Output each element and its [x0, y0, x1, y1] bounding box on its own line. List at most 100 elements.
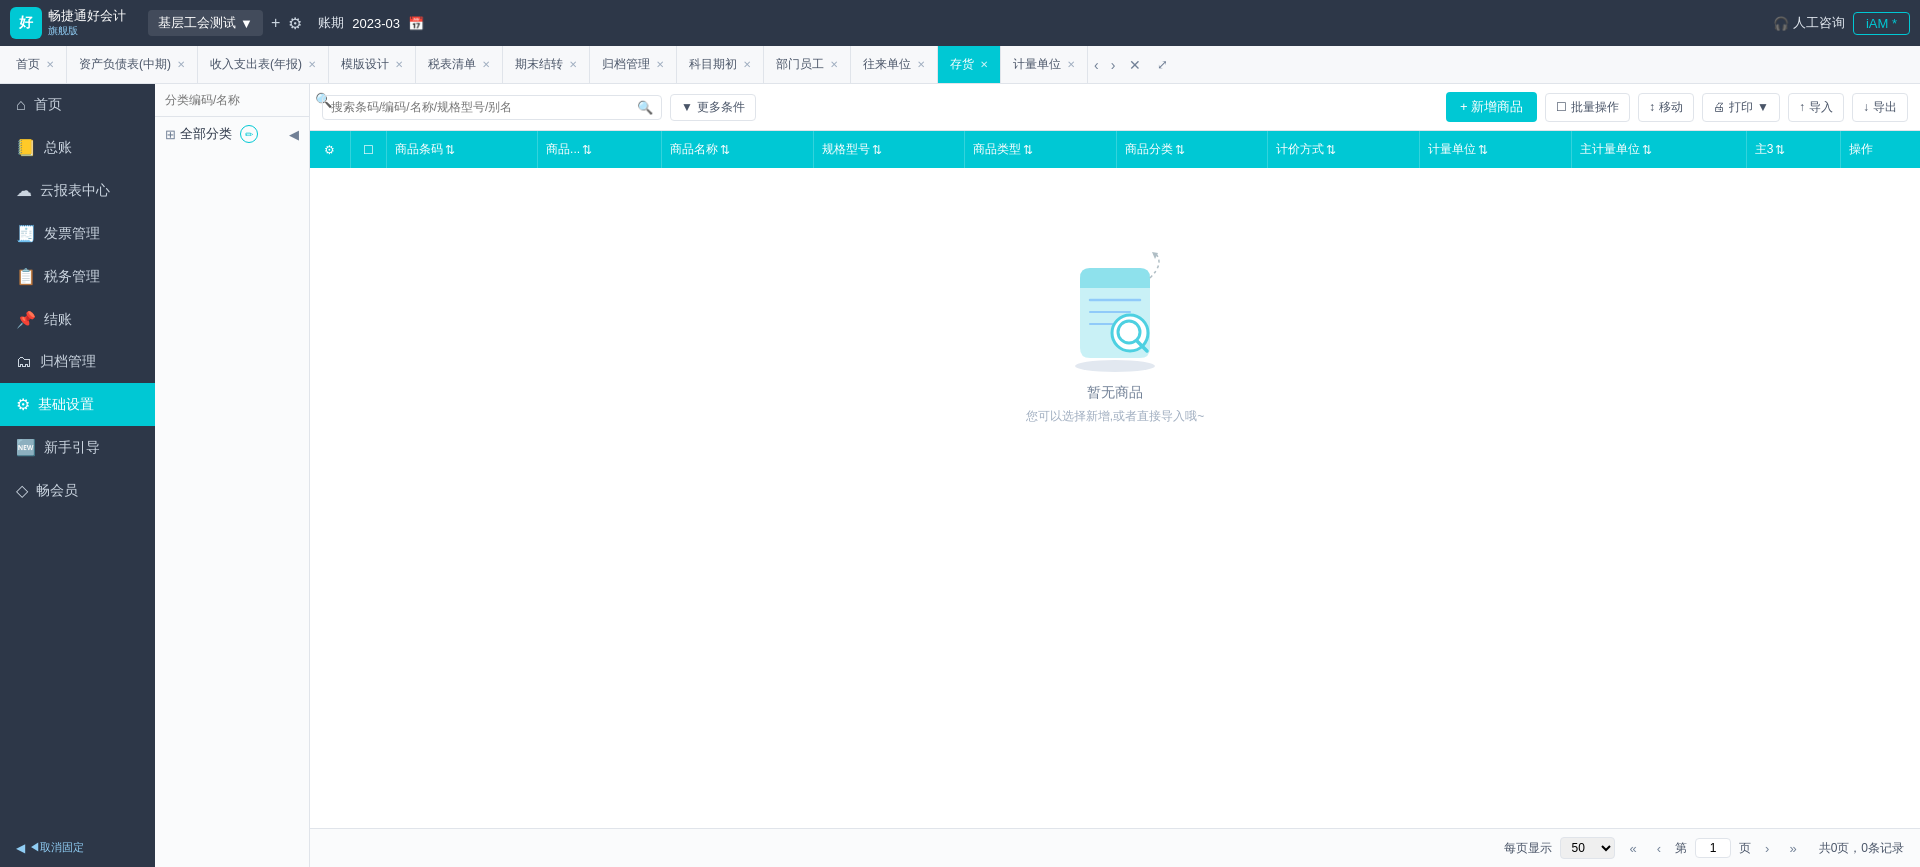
sidebar-item-tax[interactable]: 📋 税务管理	[0, 255, 155, 298]
calendar-icon[interactable]: 📅	[408, 16, 424, 31]
tab-subject-init-label: 科目期初	[689, 56, 737, 73]
app-sub: 旗舰版	[48, 24, 126, 38]
th-category[interactable]: 商品分类 ⇅	[1116, 131, 1268, 168]
sidebar-item-invoice[interactable]: 🧾 发票管理	[0, 212, 155, 255]
sidebar-item-basic[interactable]: ⚙ 基础设置	[0, 383, 155, 426]
unpin-btn[interactable]: ◀ ◀取消固定	[0, 828, 155, 867]
company-selector[interactable]: 基层工会测试 ▼	[148, 10, 263, 36]
sort-icon-price: ⇅	[1326, 143, 1336, 157]
last-page-btn[interactable]: »	[1783, 839, 1802, 858]
tab-balance[interactable]: 资产负债表(中期) ✕	[67, 46, 198, 83]
sidebar-item-ledger[interactable]: 📒 总账	[0, 126, 155, 169]
th-price-method[interactable]: 计价方式 ⇅	[1268, 131, 1420, 168]
add-product-btn[interactable]: + 新增商品	[1446, 92, 1537, 122]
all-category-label: 全部分类	[180, 125, 232, 143]
th-spec[interactable]: 规格型号 ⇅	[813, 131, 965, 168]
pagination-bar: 每页显示 50 10 20 100 « ‹ 第 页 › » 共0页，0条记录	[310, 828, 1920, 867]
tab-unit[interactable]: 计量单位 ✕	[1001, 46, 1088, 83]
move-btn[interactable]: ↕ 移动	[1638, 93, 1694, 122]
prev-page-btn[interactable]: ‹	[1651, 839, 1667, 858]
tab-inventory[interactable]: 存货 ✕	[938, 46, 1001, 83]
tab-period-close-close[interactable]: ✕	[569, 59, 577, 70]
tab-dept[interactable]: 部门员工 ✕	[764, 46, 851, 83]
sort-icon-code: ⇅	[582, 143, 592, 157]
ledger-icon: 📒	[16, 138, 36, 157]
settings-icon[interactable]: ⚙	[288, 14, 302, 33]
import-btn[interactable]: ↑ 导入	[1788, 93, 1844, 122]
tab-vendor[interactable]: 往来单位 ✕	[851, 46, 938, 83]
table-body: 暂无商品 您可以选择新增,或者直接导入哦~	[310, 168, 1920, 505]
sidebar-item-member[interactable]: ◇ 畅会员	[0, 469, 155, 512]
basic-settings-icon: ⚙	[16, 395, 30, 414]
edit-category-icon[interactable]: ✏	[240, 125, 258, 143]
th-code-label: 商品...	[546, 141, 580, 158]
th-code[interactable]: 商品... ⇅	[538, 131, 662, 168]
tab-income-close[interactable]: ✕	[308, 59, 316, 70]
th-name[interactable]: 商品名称 ⇅	[662, 131, 814, 168]
th-settings[interactable]: ⚙	[310, 131, 350, 168]
page-size-select[interactable]: 50 10 20 100	[1560, 837, 1615, 859]
th-type[interactable]: 商品类型 ⇅	[965, 131, 1117, 168]
tab-period-close[interactable]: 期末结转 ✕	[503, 46, 590, 83]
sidebar-item-archive[interactable]: 🗂 归档管理	[0, 341, 155, 383]
tab-bar: 首页 ✕ 资产负债表(中期) ✕ 收入支出表(年报) ✕ 模版设计 ✕ 税表清单…	[0, 46, 1920, 84]
tab-subject-init[interactable]: 科目期初 ✕	[677, 46, 764, 83]
th-barcode[interactable]: 商品条码 ⇅	[386, 131, 538, 168]
tab-subject-init-close[interactable]: ✕	[743, 59, 751, 70]
product-search-icon[interactable]: 🔍	[637, 100, 653, 115]
tab-inventory-close[interactable]: ✕	[980, 59, 988, 70]
sort-icon-unit: ⇅	[1478, 143, 1488, 157]
batch-btn[interactable]: ☐ 批量操作	[1545, 93, 1630, 122]
add-tab-btn[interactable]: +	[271, 14, 280, 32]
first-page-btn[interactable]: «	[1623, 839, 1642, 858]
sidebar-ledger-label: 总账	[44, 139, 72, 157]
move-label: 移动	[1659, 99, 1683, 116]
account-button[interactable]: iAM *	[1853, 12, 1910, 35]
tab-archive[interactable]: 归档管理 ✕	[590, 46, 677, 83]
collapse-panel-icon[interactable]: ◀	[289, 127, 299, 142]
print-btn[interactable]: 🖨 打印 ▼	[1702, 93, 1780, 122]
tab-income[interactable]: 收入支出表(年报) ✕	[198, 46, 329, 83]
product-search-input[interactable]	[331, 100, 633, 114]
tab-period-close-label: 期末结转	[515, 56, 563, 73]
tab-unit-label: 计量单位	[1013, 56, 1061, 73]
filter-label: 更多条件	[697, 99, 745, 116]
th-type-label: 商品类型	[973, 141, 1021, 158]
close-period-icon: 📌	[16, 310, 36, 329]
tab-home-close[interactable]: ✕	[46, 59, 54, 70]
tab-balance-close[interactable]: ✕	[177, 59, 185, 70]
tab-prev-btn[interactable]: ‹	[1088, 53, 1105, 77]
category-all-row[interactable]: ⊞ 全部分类 ✏ ◀	[155, 117, 309, 151]
th-main-unit[interactable]: 主计量单位 ⇅	[1571, 131, 1746, 168]
empty-row: 暂无商品 您可以选择新增,或者直接导入哦~	[310, 168, 1920, 505]
app-logo: 好	[10, 7, 42, 39]
tab-next-btn[interactable]: ›	[1105, 53, 1122, 77]
category-search-input[interactable]	[165, 93, 315, 107]
tab-template[interactable]: 模版设计 ✕	[329, 46, 416, 83]
tab-vendor-close[interactable]: ✕	[917, 59, 925, 70]
page-number-input[interactable]	[1695, 838, 1731, 858]
sidebar-item-close[interactable]: 📌 结账	[0, 298, 155, 341]
tab-tax-label: 税表清单	[428, 56, 476, 73]
th-unit-label: 计量单位	[1428, 141, 1476, 158]
sidebar-item-home[interactable]: ⌂ 首页	[0, 84, 155, 126]
tab-template-close[interactable]: ✕	[395, 59, 403, 70]
tab-tax[interactable]: 税表清单 ✕	[416, 46, 503, 83]
tab-dept-close[interactable]: ✕	[830, 59, 838, 70]
tab-unit-close[interactable]: ✕	[1067, 59, 1075, 70]
next-page-btn[interactable]: ›	[1759, 839, 1775, 858]
filter-btn[interactable]: ▼ 更多条件	[670, 94, 756, 121]
sidebar-item-report[interactable]: ☁ 云报表中心	[0, 169, 155, 212]
tab-home[interactable]: 首页 ✕	[4, 46, 67, 83]
tab-close-all-btn[interactable]: ✕	[1121, 53, 1149, 77]
th-check[interactable]: ☐	[350, 131, 386, 168]
th-col3[interactable]: 主3 ⇅	[1746, 131, 1840, 168]
tab-tax-close[interactable]: ✕	[482, 59, 490, 70]
th-unit[interactable]: 计量单位 ⇅	[1420, 131, 1572, 168]
sidebar-item-guide[interactable]: 🆕 新手引导	[0, 426, 155, 469]
period-label: 账期	[318, 14, 344, 32]
export-btn[interactable]: ↓ 导出	[1852, 93, 1908, 122]
tab-expand-btn[interactable]: ⤢	[1149, 53, 1176, 76]
tab-archive-close[interactable]: ✕	[656, 59, 664, 70]
consulting-btn[interactable]: 🎧 人工咨询	[1773, 14, 1845, 32]
